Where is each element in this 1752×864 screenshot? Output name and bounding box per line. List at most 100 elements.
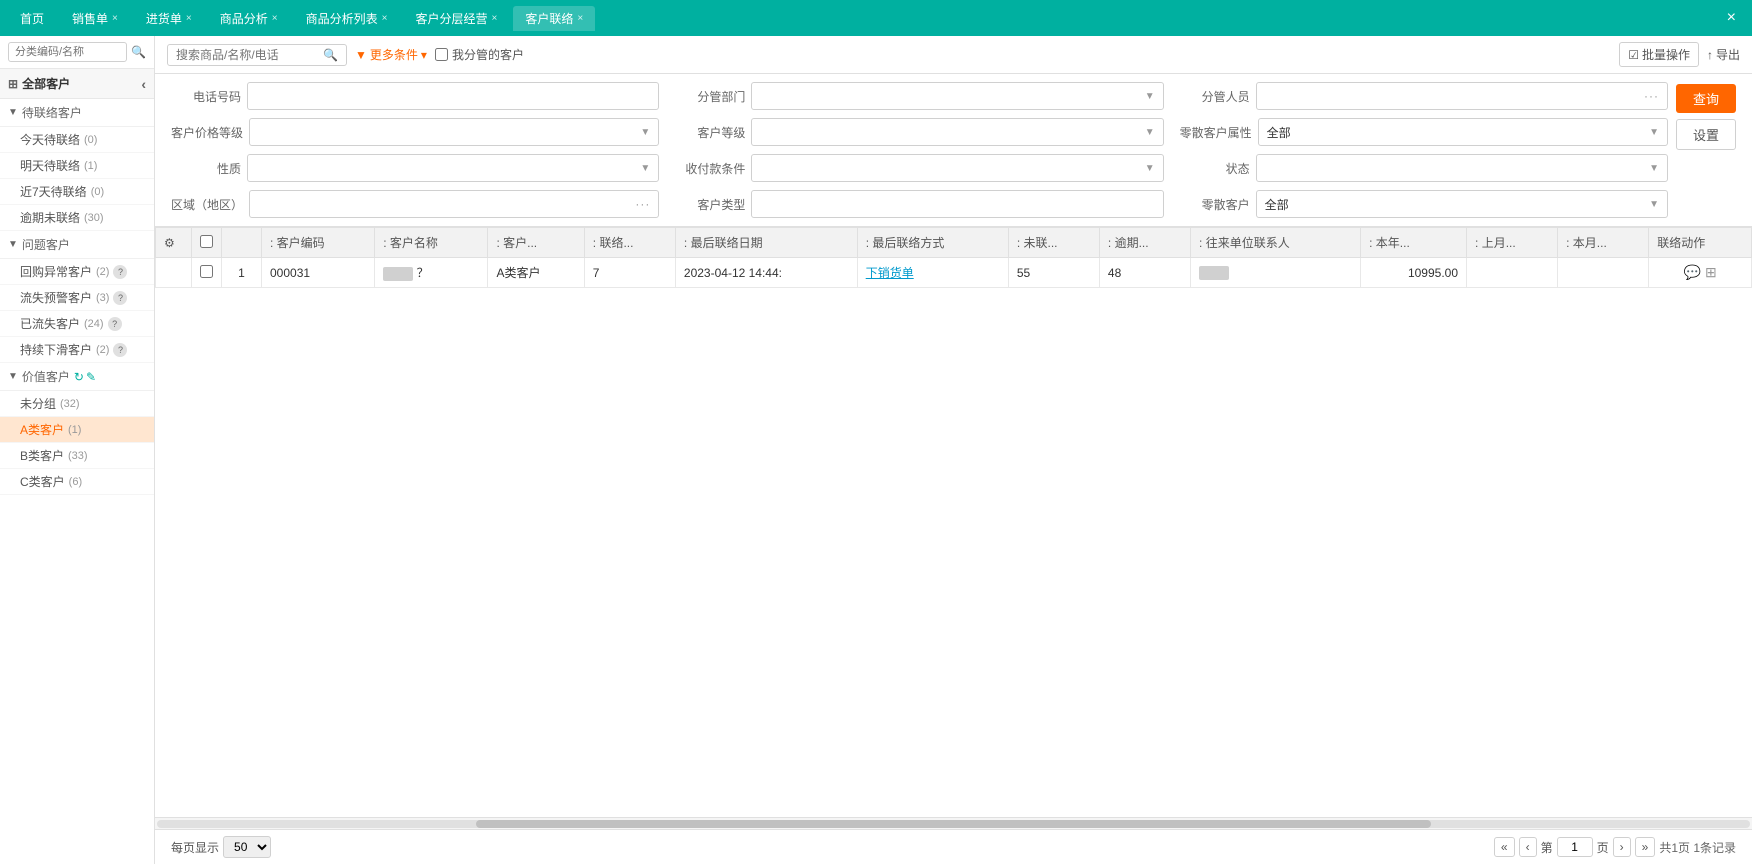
- th-customer-name[interactable]: : 客户名称: [375, 228, 488, 258]
- first-page-btn[interactable]: «: [1494, 837, 1515, 857]
- nav-home[interactable]: 首页: [8, 6, 56, 31]
- sidebar-item-repurchase-abnormal[interactable]: 回购异常客户 (2) ?: [0, 259, 154, 285]
- customer-name-blur: [383, 267, 413, 281]
- sidebar-item-churned[interactable]: 已流失客户 (24) ?: [0, 311, 154, 337]
- sidebar-all-customers[interactable]: ⊞ 全部客户 ‹: [0, 69, 154, 99]
- triangle-value-icon: ▼: [8, 371, 18, 382]
- sidebar-item-class-c[interactable]: C类客户 (6): [0, 469, 154, 495]
- close-tab-sales-icon[interactable]: ×: [112, 13, 118, 24]
- th-contact[interactable]: : 联络...: [584, 228, 675, 258]
- sidebar-group-pending[interactable]: ▼ 待联络客户: [0, 99, 154, 127]
- th-not-contact[interactable]: : 未联...: [1008, 228, 1099, 258]
- cell-category: A类客户: [488, 258, 584, 288]
- next-page-btn[interactable]: ›: [1613, 837, 1631, 857]
- dept-input[interactable]: ▼: [751, 82, 1163, 110]
- customer-table: ⚙ : 客户编码 : 客户名称 : 客户... : 联络... : 最后联络日期…: [155, 227, 1752, 288]
- sidebar-item-churn-warning[interactable]: 流失预警客户 (3) ?: [0, 285, 154, 311]
- more-filters-btn[interactable]: ▼ 更多条件 ▾: [355, 46, 427, 63]
- sidebar-group-problem[interactable]: ▼ 问题客户: [0, 231, 154, 259]
- th-category[interactable]: : 客户...: [488, 228, 584, 258]
- batch-op-button[interactable]: ☑ 批量操作: [1619, 42, 1699, 67]
- close-tab-analysis-list-icon[interactable]: ×: [382, 13, 388, 24]
- phone-input[interactable]: [247, 82, 659, 110]
- price-level-dropdown-icon: ▼: [640, 127, 650, 138]
- nav-tab-sales[interactable]: 销售单 ×: [60, 6, 130, 31]
- settings-button[interactable]: 设置: [1676, 119, 1736, 150]
- nav-tab-purchase[interactable]: 进货单 ×: [134, 6, 204, 31]
- query-button[interactable]: 查询: [1676, 84, 1736, 113]
- refresh-icon[interactable]: ↻: [74, 370, 84, 384]
- filter-field-price-level: 客户价格等级 ▼: [171, 118, 659, 146]
- th-last-month[interactable]: : 上月...: [1467, 228, 1558, 258]
- close-all-icon[interactable]: ×: [1719, 5, 1744, 31]
- cell-code[interactable]: 000031: [262, 258, 375, 288]
- th-customer-code[interactable]: : 客户编码: [262, 228, 375, 258]
- export-button[interactable]: ↑ 导出: [1707, 46, 1740, 63]
- nav-tab-analysis-list[interactable]: 商品分析列表 ×: [294, 6, 400, 31]
- top-navigation: 首页 销售单 × 进货单 × 商品分析 × 商品分析列表 × 客户分层经营 × …: [0, 0, 1752, 36]
- last-page-btn[interactable]: »: [1635, 837, 1656, 857]
- contact-method-link[interactable]: 下销货单: [866, 266, 914, 280]
- customer-level-input[interactable]: ▼: [751, 118, 1163, 146]
- filter-field-retail-attr: 零散客户属性 全部 ▼: [1180, 118, 1668, 146]
- sidebar-item-ungrouped[interactable]: 未分组 (32): [0, 391, 154, 417]
- status-input[interactable]: ▼: [1256, 154, 1668, 182]
- nature-input[interactable]: ▼: [247, 154, 659, 182]
- payment-input[interactable]: ▼: [751, 154, 1163, 182]
- page-number-input[interactable]: [1557, 837, 1593, 857]
- collapse-sidebar-icon[interactable]: ‹: [141, 76, 146, 92]
- manager-input[interactable]: ···: [1256, 82, 1668, 110]
- sidebar-group-value[interactable]: ▼ 价值客户 ↻ ✎: [0, 363, 154, 391]
- scrollbar-track[interactable]: [157, 820, 1750, 828]
- nav-tab-customer-tier[interactable]: 客户分层经营 ×: [403, 6, 509, 31]
- sidebar-item-class-a[interactable]: A类客户 (1): [0, 417, 154, 443]
- page-size-select[interactable]: 50: [223, 836, 271, 858]
- select-all-checkbox[interactable]: [200, 235, 213, 248]
- th-this-year[interactable]: : 本年...: [1361, 228, 1467, 258]
- price-level-input[interactable]: ▼: [249, 118, 659, 146]
- page-nav: « ‹ 第 页 › » 共1页 1条记录: [1494, 837, 1736, 857]
- customer-type-input[interactable]: [751, 190, 1163, 218]
- main-search-icon[interactable]: 🔍: [323, 48, 338, 62]
- my-customers-checkbox[interactable]: [435, 48, 448, 61]
- area-input[interactable]: ···: [249, 190, 659, 218]
- sidebar-search-input[interactable]: [8, 42, 127, 62]
- th-unit-contact[interactable]: : 往来单位联系人: [1191, 228, 1361, 258]
- sidebar-item-today[interactable]: 今天待联络 (0): [0, 127, 154, 153]
- retail-input[interactable]: 全部 ▼: [1256, 190, 1668, 218]
- th-last-contact-date[interactable]: : 最后联络日期: [675, 228, 857, 258]
- scrollbar-thumb[interactable]: [476, 820, 1432, 828]
- cell-checkbox[interactable]: [192, 258, 222, 288]
- grid-action-icon[interactable]: ⊞: [1705, 264, 1717, 281]
- cell-contact: 7: [584, 258, 675, 288]
- prev-page-btn[interactable]: ‹: [1519, 837, 1537, 857]
- sidebar-item-7days[interactable]: 近7天待联络 (0): [0, 179, 154, 205]
- row-checkbox[interactable]: [200, 265, 213, 278]
- retail-attr-input[interactable]: 全部 ▼: [1258, 118, 1668, 146]
- nav-tab-analysis[interactable]: 商品分析 ×: [208, 6, 290, 31]
- cell-name[interactable]: ？: [375, 258, 488, 288]
- close-tab-customer-tier-icon[interactable]: ×: [491, 13, 497, 24]
- chat-action-icon[interactable]: 💬: [1684, 264, 1701, 281]
- filter-field-manager: 分管人员 ···: [1180, 82, 1668, 110]
- customer-level-dropdown-icon: ▼: [1145, 127, 1155, 138]
- cell-last-contact-method[interactable]: 下销货单: [857, 258, 1008, 288]
- th-overdue[interactable]: : 逾期...: [1099, 228, 1190, 258]
- nav-tab-customer-contact[interactable]: 客户联络 ×: [513, 6, 595, 31]
- cell-last-month: [1467, 258, 1558, 288]
- sidebar-search-icon[interactable]: 🔍: [131, 45, 146, 59]
- th-this-month[interactable]: : 本月...: [1558, 228, 1649, 258]
- close-tab-analysis-icon[interactable]: ×: [272, 13, 278, 24]
- sidebar-item-class-b[interactable]: B类客户 (33): [0, 443, 154, 469]
- close-tab-purchase-icon[interactable]: ×: [186, 13, 192, 24]
- main-search-input[interactable]: [176, 48, 323, 62]
- close-tab-customer-contact-icon[interactable]: ×: [577, 13, 583, 24]
- th-last-contact-method[interactable]: : 最后联络方式: [857, 228, 1008, 258]
- sidebar-item-overdue[interactable]: 逾期未联络 (30): [0, 205, 154, 231]
- horizontal-scrollbar[interactable]: [155, 817, 1752, 829]
- edit-value-icon[interactable]: ✎: [86, 370, 96, 384]
- th-settings[interactable]: ⚙: [156, 228, 192, 258]
- sidebar-item-tomorrow[interactable]: 明天待联络 (1): [0, 153, 154, 179]
- sidebar-item-declining[interactable]: 持续下滑客户 (2) ?: [0, 337, 154, 363]
- my-customers-filter[interactable]: 我分管的客户: [435, 46, 524, 63]
